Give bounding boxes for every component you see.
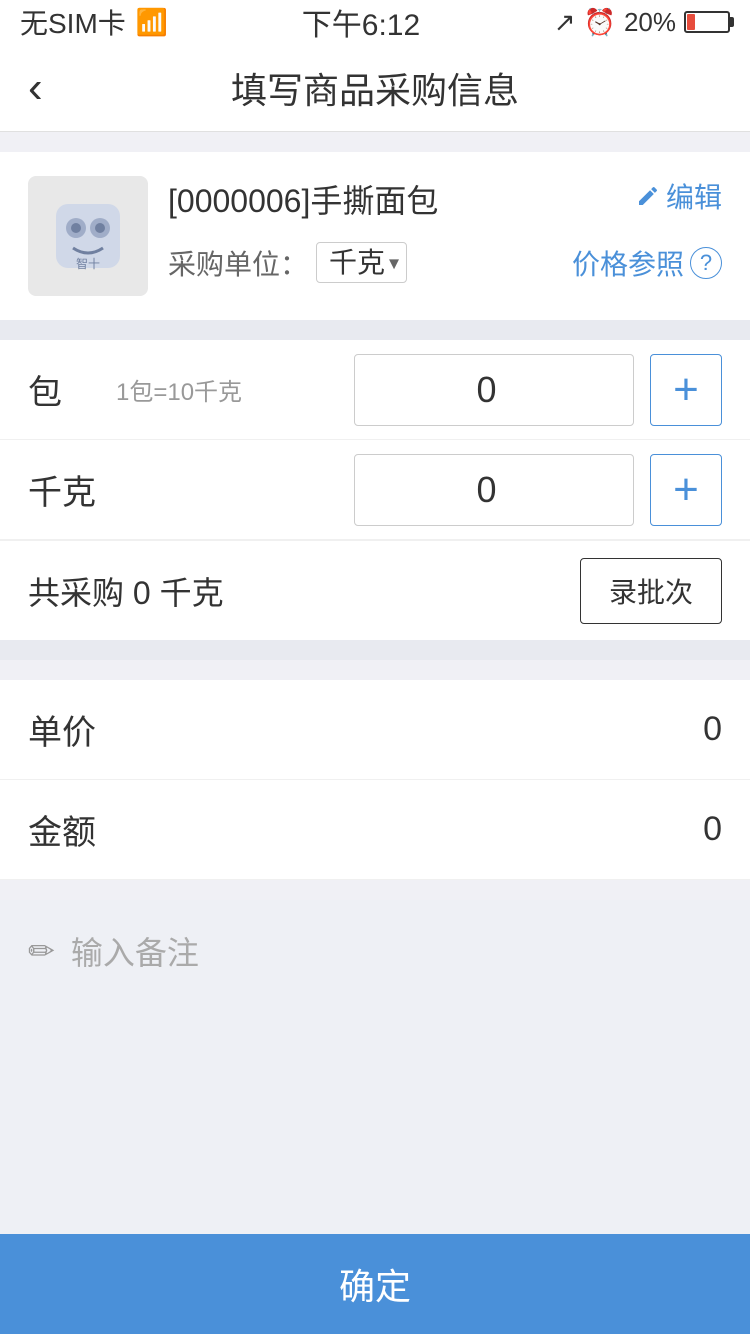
unit-price-label: 单价 [28, 705, 96, 754]
back-button[interactable]: ‹ [28, 66, 43, 110]
product-image: 智十 [28, 176, 148, 296]
remark-icon: ✏ [28, 932, 55, 970]
kg-input[interactable] [354, 454, 634, 526]
alarm-icon: ⏰ [584, 7, 616, 38]
amount-row: 金额 0 [0, 780, 750, 880]
unit-select-wrapper[interactable]: 千克 包 [316, 242, 407, 283]
price-ref-label: 价格参照 [572, 243, 684, 283]
time-display: 下午6:12 [302, 0, 420, 44]
product-info: [0000006]手撕面包 编辑 采购单位： 千克 包 价格参照 [168, 176, 722, 283]
total-text: 共采购 0 千克 [28, 568, 224, 614]
total-unit-text: 千克 [160, 575, 224, 611]
kg-plus-button[interactable]: + [650, 454, 722, 526]
unit-price-value: 0 [703, 710, 722, 749]
nav-bar: ‹ 填写商品采购信息 [0, 44, 750, 132]
input-section: 包 1包=10千克 + 千克 + [0, 340, 750, 540]
bao-plus-button[interactable]: + [650, 354, 722, 426]
battery-percentage: 20% [624, 7, 676, 38]
product-logo-icon: 智十 [48, 196, 128, 276]
status-left: 无SIM卡 📶 [20, 2, 168, 42]
page-title: 填写商品采购信息 [231, 62, 519, 114]
product-name-row: [0000006]手撕面包 编辑 [168, 176, 722, 222]
divider-2 [0, 640, 750, 660]
amount-label: 金额 [28, 805, 96, 854]
remark-placeholder: 输入备注 [71, 928, 199, 974]
wifi-icon: 📶 [136, 7, 168, 38]
remark-section[interactable]: ✏ 输入备注 [0, 900, 750, 1002]
total-value-num: 0 [133, 575, 151, 611]
product-full-name: [0000006]手撕面包 [168, 176, 636, 222]
product-unit-row: 采购单位： 千克 包 价格参照 ? [168, 242, 722, 283]
bao-input-row: 包 1包=10千克 + [0, 340, 750, 440]
batch-button[interactable]: 录批次 [580, 558, 722, 624]
bao-input-wrapper: + [242, 354, 722, 426]
kg-input-wrapper: + [108, 454, 722, 526]
edit-button[interactable]: 编辑 [636, 176, 722, 216]
svg-text:智十: 智十 [76, 256, 100, 271]
product-section: 智十 [0000006]手撕面包 编辑 采购单位： 千克 包 [0, 152, 750, 320]
help-icon: ? [690, 247, 722, 279]
price-section: 单价 0 金额 0 [0, 680, 750, 880]
status-right: ↗ ⏰ 20% [554, 7, 730, 38]
kg-label: 千克 [28, 465, 108, 514]
edit-icon [636, 184, 660, 208]
unit-select[interactable]: 千克 包 [316, 242, 407, 283]
price-reference-button[interactable]: 价格参照 ? [572, 243, 722, 283]
total-row: 共采购 0 千克 录批次 [0, 540, 750, 640]
location-icon: ↗ [554, 7, 576, 38]
total-label: 共采购 [28, 575, 124, 611]
confirm-button[interactable]: 确定 [0, 1234, 750, 1334]
status-bar: 无SIM卡 📶 下午6:12 ↗ ⏰ 20% [0, 0, 750, 44]
carrier-text: 无SIM卡 [20, 2, 126, 42]
battery-icon [684, 11, 730, 33]
amount-value: 0 [703, 810, 722, 849]
unit-selector-group: 采购单位： 千克 包 [168, 242, 407, 283]
confirm-label: 确定 [339, 1258, 411, 1310]
unit-price-row: 单价 0 [0, 680, 750, 780]
edit-label[interactable]: 编辑 [666, 176, 722, 216]
kg-input-row: 千克 + [0, 440, 750, 540]
bao-input[interactable] [354, 354, 634, 426]
divider-1 [0, 320, 750, 340]
bao-label: 包 [28, 365, 108, 414]
unit-label: 采购单位： [168, 243, 308, 283]
bao-sub-label: 1包=10千克 [116, 372, 242, 407]
